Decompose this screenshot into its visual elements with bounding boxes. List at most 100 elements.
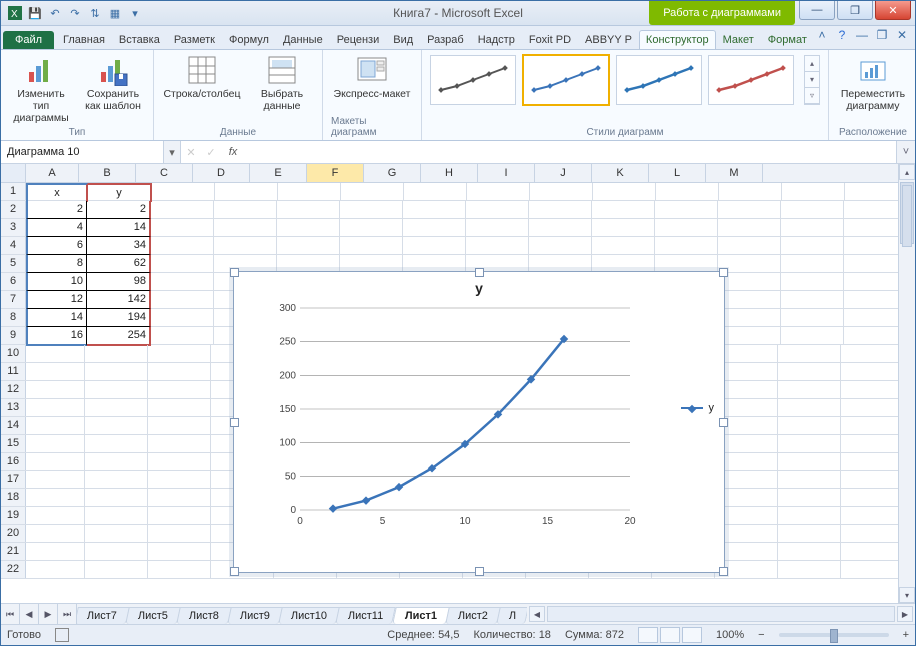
cell[interactable]: [529, 219, 592, 236]
cell[interactable]: [655, 255, 718, 272]
cell[interactable]: [656, 183, 719, 200]
cell[interactable]: [778, 525, 841, 542]
column-header[interactable]: M: [706, 164, 763, 182]
chart-title[interactable]: y: [234, 280, 724, 296]
row-header[interactable]: 18: [1, 489, 26, 506]
cell[interactable]: [214, 219, 277, 236]
row-header[interactable]: 20: [1, 525, 26, 542]
cell[interactable]: [85, 561, 148, 578]
ribbon-tab[interactable]: Вставка: [112, 30, 167, 49]
ribbon-tab[interactable]: Рецензи: [330, 30, 387, 49]
row-header[interactable]: 4: [1, 237, 26, 254]
zoom-in-button[interactable]: +: [903, 629, 909, 641]
cell[interactable]: [148, 345, 211, 362]
cell[interactable]: [592, 219, 655, 236]
column-header[interactable]: F: [307, 164, 364, 182]
column-header[interactable]: B: [79, 164, 136, 182]
cell[interactable]: 4: [26, 219, 87, 237]
cell[interactable]: 98: [87, 273, 151, 291]
file-tab[interactable]: Файл: [3, 31, 54, 49]
sheet-tab[interactable]: Лист10: [278, 607, 340, 624]
sheet-tab[interactable]: Лист1: [392, 607, 450, 624]
horizontal-scrollbar[interactable]: ◀▶: [527, 604, 915, 624]
cell[interactable]: [403, 255, 466, 272]
cell[interactable]: [277, 255, 340, 272]
cell[interactable]: [529, 237, 592, 254]
cell[interactable]: [593, 183, 656, 200]
row-header[interactable]: 8: [1, 309, 26, 326]
row-header[interactable]: 9: [1, 327, 26, 344]
cell[interactable]: [403, 237, 466, 254]
chart-style-3[interactable]: [616, 55, 702, 105]
sheet-tab[interactable]: Лист2: [445, 607, 501, 624]
column-header[interactable]: C: [136, 164, 193, 182]
row-header[interactable]: 6: [1, 273, 26, 290]
sheet-tab[interactable]: Лист8: [176, 607, 232, 624]
cell[interactable]: [529, 201, 592, 218]
cell[interactable]: [214, 237, 277, 254]
row-header[interactable]: 3: [1, 219, 26, 236]
cell[interactable]: 2: [26, 201, 87, 219]
cell[interactable]: [655, 237, 718, 254]
cell[interactable]: [718, 291, 781, 308]
cell[interactable]: 2: [87, 201, 151, 219]
chart-style-2[interactable]: [522, 54, 610, 106]
row-header[interactable]: 5: [1, 255, 26, 272]
cell[interactable]: [148, 525, 211, 542]
mdi-minimize-icon[interactable]: —: [855, 28, 869, 42]
cell[interactable]: [214, 201, 277, 218]
cell[interactable]: [592, 237, 655, 254]
cell[interactable]: [403, 201, 466, 218]
cell[interactable]: [466, 219, 529, 236]
cell[interactable]: [340, 201, 403, 218]
cell[interactable]: [215, 183, 278, 200]
cell[interactable]: 34: [87, 237, 151, 255]
ribbon-tab[interactable]: Макет: [716, 30, 761, 49]
cell[interactable]: [781, 255, 844, 272]
cell[interactable]: [148, 543, 211, 560]
cell[interactable]: [26, 345, 85, 362]
cell[interactable]: [341, 183, 404, 200]
mdi-restore-icon[interactable]: ❐: [875, 28, 889, 42]
cell[interactable]: [718, 327, 781, 344]
cell[interactable]: [778, 543, 841, 560]
select-data-button[interactable]: Выбрать данные: [250, 54, 314, 112]
cell[interactable]: [26, 363, 85, 380]
cell[interactable]: [340, 219, 403, 236]
cell[interactable]: [151, 219, 214, 236]
cell[interactable]: [148, 399, 211, 416]
cell[interactable]: [592, 201, 655, 218]
cell[interactable]: [778, 345, 841, 362]
cell[interactable]: [778, 417, 841, 434]
cell[interactable]: [781, 219, 844, 236]
ribbon-tab[interactable]: Формул: [222, 30, 276, 49]
close-button[interactable]: ✕: [875, 1, 911, 20]
cell[interactable]: 8: [26, 255, 87, 273]
cell[interactable]: [26, 435, 85, 452]
sheet-tab[interactable]: Лист11: [335, 607, 396, 624]
minimize-button[interactable]: —: [799, 1, 835, 20]
enter-formula-icon[interactable]: ✓: [201, 146, 221, 159]
cell[interactable]: [152, 183, 215, 200]
maximize-button[interactable]: ❐: [837, 1, 873, 20]
cell[interactable]: [277, 237, 340, 254]
cell[interactable]: [148, 489, 211, 506]
cell[interactable]: [85, 435, 148, 452]
ribbon-tab[interactable]: Разраб: [420, 30, 471, 49]
cell[interactable]: [340, 255, 403, 272]
column-header[interactable]: I: [478, 164, 535, 182]
cell[interactable]: 14: [26, 309, 87, 327]
column-header[interactable]: K: [592, 164, 649, 182]
row-header[interactable]: 1: [1, 183, 26, 200]
cell[interactable]: [781, 309, 844, 326]
cell[interactable]: [719, 183, 782, 200]
row-header[interactable]: 21: [1, 543, 26, 560]
ribbon-tab[interactable]: Данные: [276, 30, 330, 49]
qat-chart-icon[interactable]: ▦: [107, 5, 123, 21]
move-chart-button[interactable]: Переместить диаграмму: [837, 54, 909, 112]
row-header[interactable]: 16: [1, 453, 26, 470]
qat-sort-icon[interactable]: ⇅: [87, 5, 103, 21]
cell[interactable]: [781, 201, 844, 218]
chart-plot-area[interactable]: 05010015020025030005101520: [266, 304, 636, 534]
cell[interactable]: 12: [26, 291, 87, 309]
